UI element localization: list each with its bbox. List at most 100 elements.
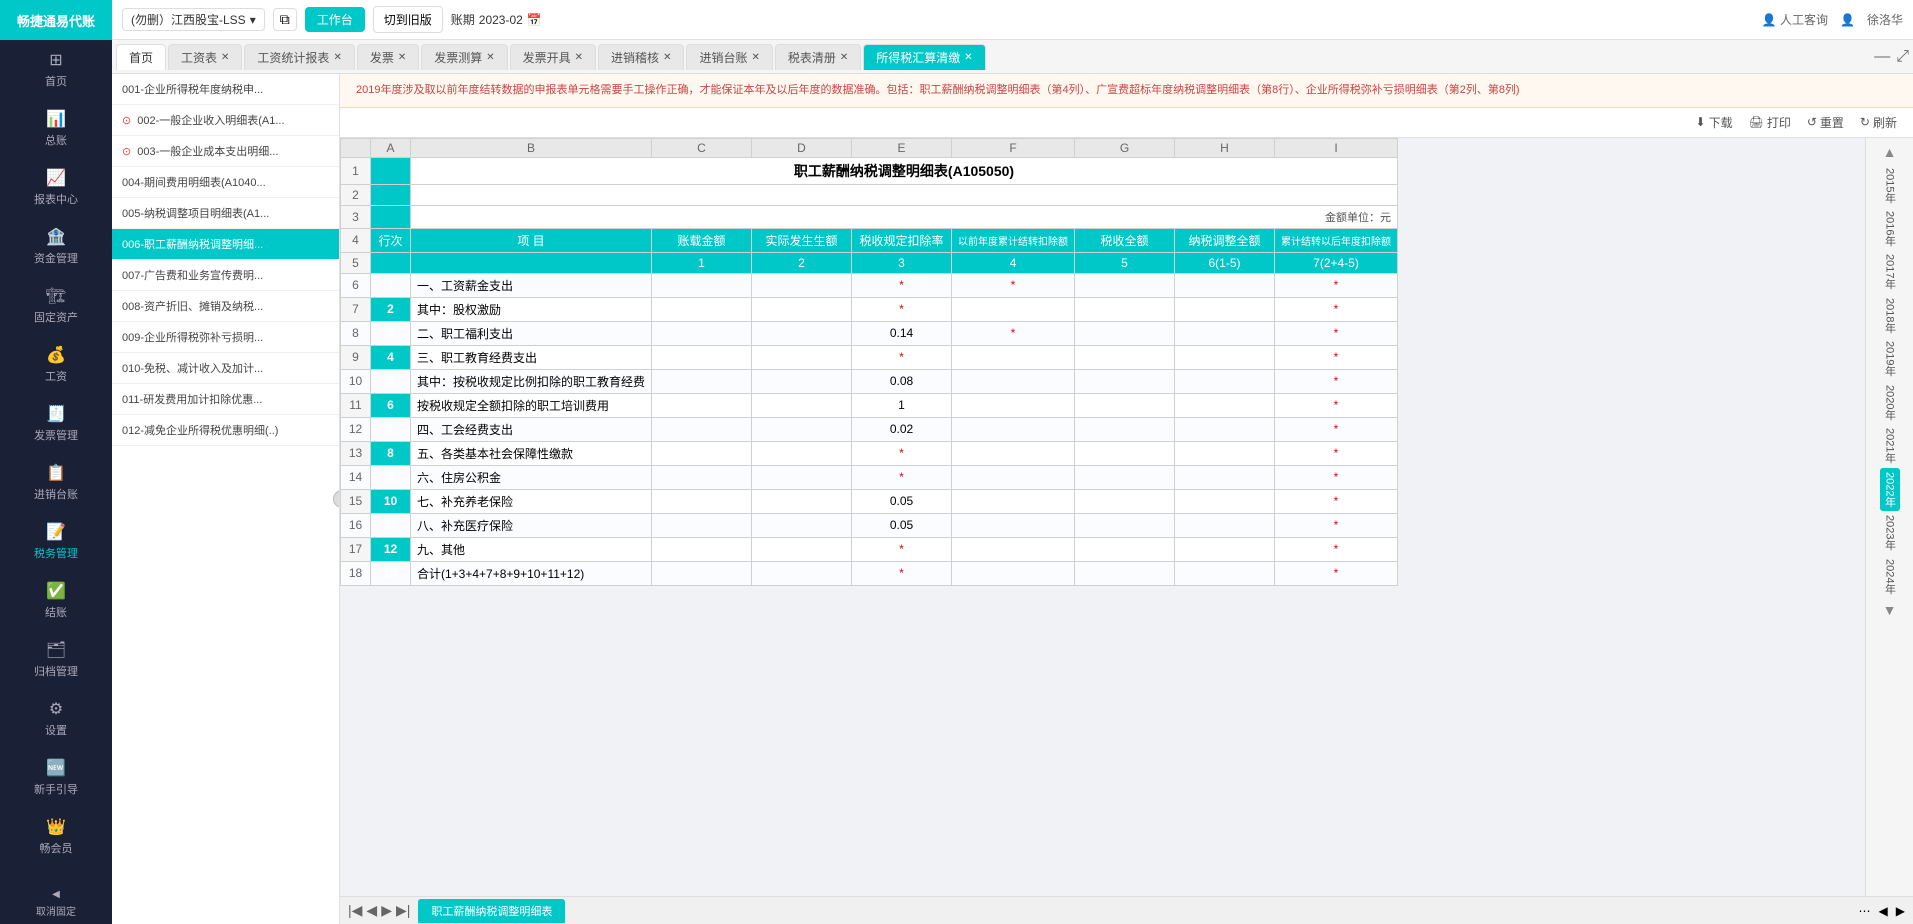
- cell-c-17[interactable]: [652, 537, 752, 561]
- cell-h-10[interactable]: [1175, 369, 1275, 393]
- workspace-button[interactable]: 工作台: [305, 7, 365, 32]
- cell-h-7[interactable]: [1175, 297, 1275, 321]
- tab-income-tax[interactable]: 所得税汇算清缴✕: [863, 44, 985, 70]
- cell-d-18[interactable]: [752, 561, 852, 585]
- cell-i-10[interactable]: *: [1275, 369, 1398, 393]
- cell-d-9[interactable]: [752, 345, 852, 369]
- cell-i-18[interactable]: *: [1275, 561, 1398, 585]
- sidebar-item-inout-ledger[interactable]: 📋进销台账: [0, 453, 112, 512]
- tab-salary[interactable]: 工资表✕: [168, 44, 242, 70]
- refresh-button[interactable]: ↻ 刷新: [1860, 114, 1897, 131]
- tab-invoice-open[interactable]: 发票开具✕: [510, 44, 596, 70]
- sidebar-item-asset-mgmt[interactable]: 🏦资金管理: [0, 217, 112, 276]
- year-item-2018年[interactable]: 2018年: [1880, 294, 1900, 337]
- year-item-2021年[interactable]: 2021年: [1880, 424, 1900, 467]
- tab-close-invoice-open[interactable]: ✕: [575, 52, 583, 63]
- sidebar-item-fixed-asset[interactable]: 🏗固定资产: [0, 276, 112, 335]
- bottom-scroll-left[interactable]: ◀: [1879, 904, 1888, 918]
- cell-h-16[interactable]: [1175, 513, 1275, 537]
- cell-e-7[interactable]: *: [852, 297, 952, 321]
- cell-h-6[interactable]: [1175, 273, 1275, 297]
- cell-d-17[interactable]: [752, 537, 852, 561]
- cell-c-8[interactable]: [652, 321, 752, 345]
- cell-d-12[interactable]: [752, 417, 852, 441]
- cell-h-17[interactable]: [1175, 537, 1275, 561]
- cell-c-11[interactable]: [652, 393, 752, 417]
- tab-close-income-tax[interactable]: ✕: [964, 52, 972, 63]
- cell-d-14[interactable]: [752, 465, 852, 489]
- cell-g-6[interactable]: [1075, 273, 1175, 297]
- tab-close-inout-ledger[interactable]: ✕: [751, 52, 759, 63]
- cell-e-10[interactable]: 0.08: [852, 369, 952, 393]
- cell-c-18[interactable]: [652, 561, 752, 585]
- cell-d-15[interactable]: [752, 489, 852, 513]
- list-item-001[interactable]: 001-企业所得税年度纳税申...: [112, 74, 339, 105]
- list-item-003[interactable]: ⊙003-一般企业成本支出明细...: [112, 136, 339, 167]
- cell-e-9[interactable]: *: [852, 345, 952, 369]
- minimize-button[interactable]: —: [1874, 48, 1890, 66]
- tab-inout-ledger[interactable]: 进销台账✕: [686, 44, 772, 70]
- cell-e-12[interactable]: 0.02: [852, 417, 952, 441]
- cell-d-11[interactable]: [752, 393, 852, 417]
- cell-i-13[interactable]: *: [1275, 441, 1398, 465]
- cell-i-12[interactable]: *: [1275, 417, 1398, 441]
- sidebar-item-invoice-mgmt[interactable]: 🧾发票管理: [0, 394, 112, 453]
- sidebar-item-settings[interactable]: ⚙设置: [0, 689, 112, 748]
- print-button[interactable]: 🖨 打印: [1749, 114, 1791, 131]
- cell-f-17[interactable]: [952, 537, 1075, 561]
- cell-h-13[interactable]: [1175, 441, 1275, 465]
- cell-e-16[interactable]: 0.05: [852, 513, 952, 537]
- cell-c-12[interactable]: [652, 417, 752, 441]
- sheet-next[interactable]: ▶: [381, 902, 392, 919]
- cell-e-13[interactable]: *: [852, 441, 952, 465]
- cell-g-17[interactable]: [1075, 537, 1175, 561]
- year-item-2023年[interactable]: 2023年: [1880, 511, 1900, 554]
- sidebar-item-salary-mgmt[interactable]: 💰工资: [0, 335, 112, 394]
- cell-g-12[interactable]: [1075, 417, 1175, 441]
- cell-c-10[interactable]: [652, 369, 752, 393]
- sidebar-item-member[interactable]: 👑畅会员: [0, 807, 112, 866]
- tab-close-tax-clear[interactable]: ✕: [840, 52, 848, 63]
- sidebar-item-tax-mgmt[interactable]: 📝税务管理: [0, 512, 112, 571]
- copy-icon-btn[interactable]: ⧉: [273, 8, 297, 31]
- maximize-button[interactable]: ⤢: [1896, 48, 1909, 66]
- tab-tax-clear[interactable]: 税表清册✕: [775, 44, 861, 70]
- cell-c-9[interactable]: [652, 345, 752, 369]
- cell-i-16[interactable]: *: [1275, 513, 1398, 537]
- cell-i-17[interactable]: *: [1275, 537, 1398, 561]
- cell-d-16[interactable]: [752, 513, 852, 537]
- cell-c-16[interactable]: [652, 513, 752, 537]
- cell-g-8[interactable]: [1075, 321, 1175, 345]
- cell-d-8[interactable]: [752, 321, 852, 345]
- cell-g-11[interactable]: [1075, 393, 1175, 417]
- support-link[interactable]: 👤 人工客询: [1762, 11, 1828, 28]
- cell-f-12[interactable]: [952, 417, 1075, 441]
- cell-i-8[interactable]: *: [1275, 321, 1398, 345]
- list-item-012[interactable]: 012-减免企业所得税优惠明细(..): [112, 415, 339, 446]
- cell-c-13[interactable]: [652, 441, 752, 465]
- cell-h-14[interactable]: [1175, 465, 1275, 489]
- cell-g-10[interactable]: [1075, 369, 1175, 393]
- cell-g-16[interactable]: [1075, 513, 1175, 537]
- bottom-scroll-right[interactable]: ▶: [1896, 904, 1905, 918]
- cell-d-7[interactable]: [752, 297, 852, 321]
- list-item-005[interactable]: 005-纳税调整项目明细表(A1...: [112, 198, 339, 229]
- year-down-arrow[interactable]: ▼: [1881, 600, 1899, 620]
- cell-f-10[interactable]: [952, 369, 1075, 393]
- cell-f-18[interactable]: [952, 561, 1075, 585]
- cell-f-13[interactable]: [952, 441, 1075, 465]
- cell-d-13[interactable]: [752, 441, 852, 465]
- bottom-options-icon[interactable]: ⋯: [1859, 904, 1871, 918]
- cell-g-18[interactable]: [1075, 561, 1175, 585]
- cell-f-16[interactable]: [952, 513, 1075, 537]
- cell-i-9[interactable]: *: [1275, 345, 1398, 369]
- cell-f-15[interactable]: [952, 489, 1075, 513]
- tab-salary-stat[interactable]: 工资统计报表✕: [244, 44, 354, 70]
- cell-c-7[interactable]: [652, 297, 752, 321]
- sheet-container[interactable]: A B C D E F G H I 1 职工薪酬: [340, 138, 1865, 897]
- cell-h-8[interactable]: [1175, 321, 1275, 345]
- cell-e-18[interactable]: *: [852, 561, 952, 585]
- sheet-prev[interactable]: ◀: [366, 902, 377, 919]
- list-item-004[interactable]: 004-期间费用明细表(A1040...: [112, 167, 339, 198]
- cell-g-7[interactable]: [1075, 297, 1175, 321]
